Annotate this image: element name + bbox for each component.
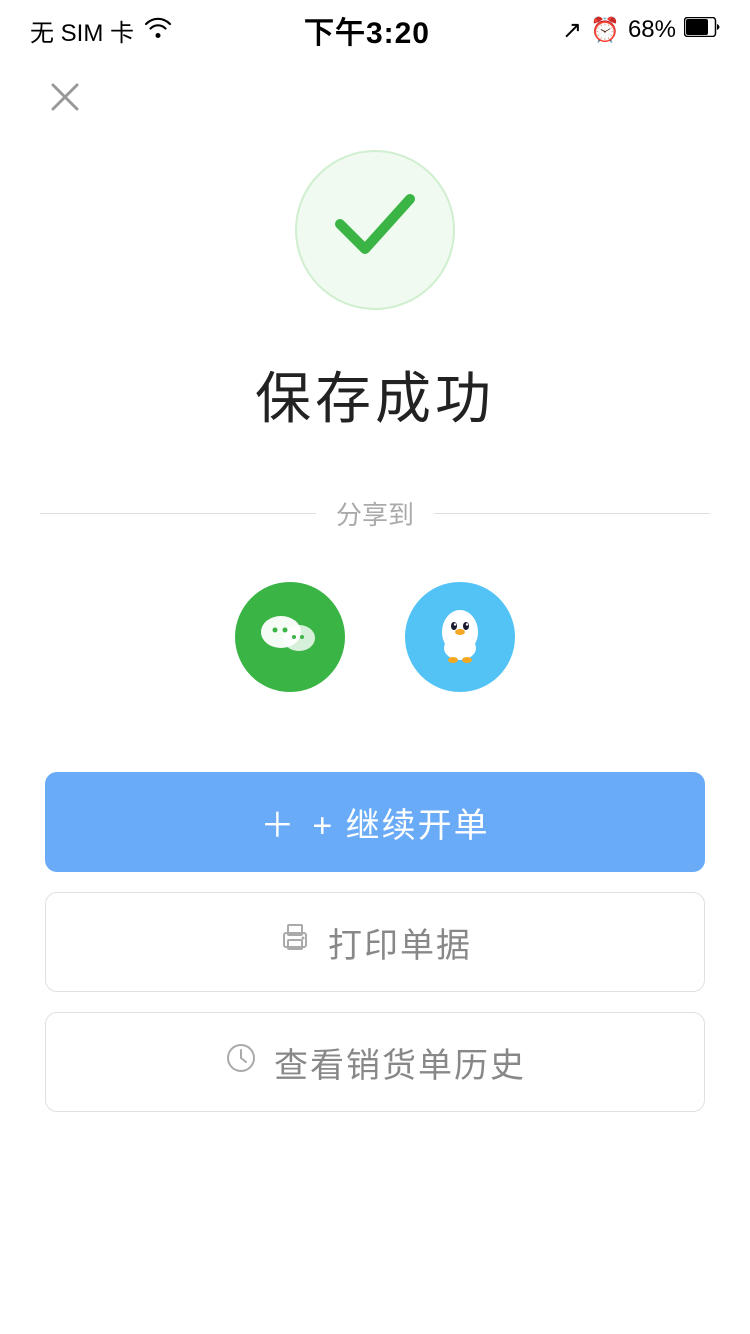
checkmark-icon (330, 184, 420, 277)
divider-line-right (434, 513, 710, 514)
success-circle (295, 150, 455, 310)
printer-icon (278, 921, 312, 964)
clock-icon (224, 1041, 258, 1084)
share-icons (235, 582, 515, 692)
history-label: 查看销货单历史 (274, 1038, 526, 1087)
history-button[interactable]: 查看销货单历史 (45, 1012, 705, 1112)
print-button[interactable]: 打印单据 (45, 892, 705, 992)
divider-line-left (40, 513, 316, 514)
success-title: 保存成功 (255, 354, 495, 435)
share-wechat-button[interactable] (235, 582, 345, 692)
main-content: 保存成功 分享到 (0, 60, 750, 1112)
alarm-icon: ⏰ (590, 16, 620, 45)
share-qq-button[interactable] (405, 582, 515, 692)
print-label: 打印单据 (328, 918, 472, 967)
continue-label: + 继续开单 (312, 798, 489, 847)
wifi-icon (144, 16, 172, 45)
location-icon: ↗ (562, 16, 582, 45)
battery-text: 68% (628, 16, 676, 44)
share-divider: 分享到 (0, 495, 750, 532)
status-time: 下午3:20 (304, 8, 430, 52)
close-button[interactable] (40, 72, 90, 122)
no-sim-text: 无 SIM 卡 (30, 13, 134, 48)
share-label: 分享到 (316, 495, 434, 532)
continue-button[interactable]: ＋ + 继续开单 (45, 772, 705, 872)
action-buttons: ＋ + 继续开单 打印单据 查看销货单历史 (45, 772, 705, 1112)
status-bar: 无 SIM 卡 下午3:20 ↗ ⏰ 68% (0, 0, 750, 60)
plus-icon: ＋ (260, 798, 296, 847)
status-left: 无 SIM 卡 (30, 13, 172, 48)
battery-icon (684, 16, 720, 44)
status-right: ↗ ⏰ 68% (562, 16, 720, 45)
